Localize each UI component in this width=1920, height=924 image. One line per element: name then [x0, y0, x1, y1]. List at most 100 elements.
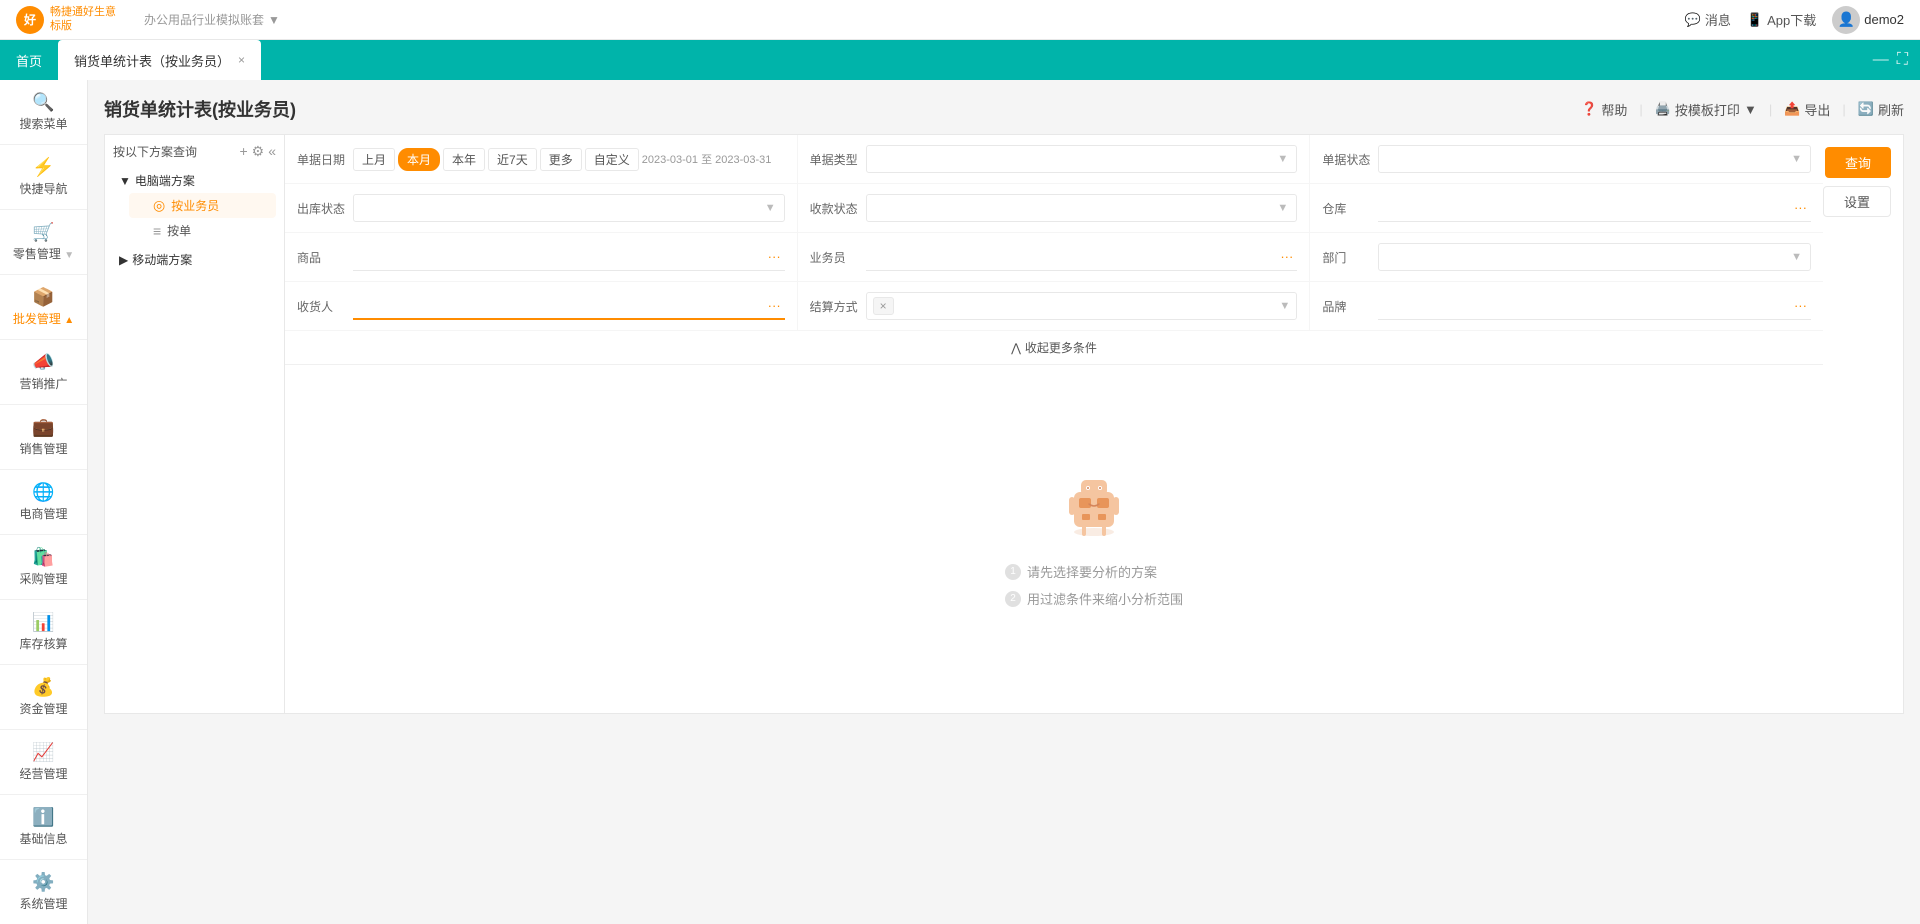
warehouse-dots-icon[interactable]: ··· [1794, 200, 1807, 215]
operation-icon: 📈 [4, 742, 83, 763]
tree-group-mobile-label: 移动端方案 [132, 251, 192, 268]
brand-dots-icon[interactable]: ··· [1794, 298, 1807, 313]
tab-report[interactable]: 销货单统计表（按业务员） × [58, 40, 261, 80]
date-btn-last-month[interactable]: 上月 [353, 148, 395, 171]
tab-minimize-icon[interactable]: — [1873, 51, 1889, 69]
sidebar-item-quick-nav[interactable]: ⚡ 快捷导航 [0, 145, 87, 210]
logo-text: 畅捷通好生意 标版 [50, 6, 116, 32]
settings-button[interactable]: 设置 [1823, 186, 1891, 217]
tag-close-icon[interactable]: × [880, 299, 887, 313]
doc-type-select[interactable]: ▼ [866, 145, 1298, 173]
salesperson-label: 业务员 [810, 249, 860, 266]
sidebar-item-purchase[interactable]: 🛍️ 采购管理 [0, 535, 87, 600]
basic-icon: ℹ️ [4, 807, 83, 828]
user-area[interactable]: 👤 demo2 [1832, 6, 1904, 34]
sidebar-item-operation[interactable]: 📈 经营管理 [0, 730, 87, 795]
sidebar-item-basic[interactable]: ℹ️ 基础信息 [0, 795, 87, 860]
sidebar-label-system: 系统管理 [19, 897, 67, 911]
salesperson-dots-icon[interactable]: ··· [1280, 249, 1293, 264]
tree-group-desktop-label: 电脑端方案 [135, 172, 195, 189]
product-input[interactable]: ··· [353, 243, 785, 271]
left-panel-title: 按以下方案查询 [113, 143, 197, 160]
export-button[interactable]: 📤 导出 [1784, 100, 1830, 119]
refresh-label: 刷新 [1878, 100, 1904, 119]
system-icon: ⚙️ [4, 872, 83, 893]
payment-arrow-icon: ▼ [1277, 202, 1288, 214]
brand-input[interactable]: ··· [1378, 292, 1811, 320]
purchase-icon: 🛍️ [4, 547, 83, 568]
query-button[interactable]: 查询 [1825, 147, 1891, 178]
sidebar-item-sales[interactable]: 💼 销售管理 [0, 405, 87, 470]
left-panel-header: 按以下方案查询 + ⚙ « [113, 143, 276, 160]
sidebar-label-ecommerce: 电商管理 [19, 507, 67, 521]
sidebar-item-inventory[interactable]: 📊 库存核算 [0, 600, 87, 665]
warehouse-input[interactable]: ··· [1378, 194, 1811, 222]
payment-method-input[interactable]: × ▼ [866, 292, 1298, 320]
collapse-button[interactable]: ⋀ 收起更多条件 [1011, 339, 1097, 356]
product-dots-icon[interactable]: ··· [768, 249, 781, 264]
doc-type-arrow-icon: ▼ [1277, 153, 1288, 165]
tree-group-desktop[interactable]: ▼ 电脑端方案 [113, 168, 276, 193]
receiver-label: 收货人 [297, 298, 347, 315]
print-arrow-icon: ▼ [1744, 102, 1757, 117]
scheme-tree: ▼ 电脑端方案 ◎ 按业务员 ≡ 按单 [113, 168, 276, 272]
app-download-button[interactable]: 📱 App下载 [1747, 10, 1816, 29]
sidebar-item-finance[interactable]: 💰 资金管理 [0, 665, 87, 730]
tab-home[interactable]: 首页 [0, 40, 58, 80]
receiver-input[interactable]: ··· [353, 292, 785, 320]
stock-status-label: 出库状态 [297, 200, 347, 217]
sidebar-item-search[interactable]: 🔍 搜索菜单 [0, 80, 87, 145]
date-btn-more[interactable]: 更多 [540, 148, 582, 171]
date-btn-custom[interactable]: 自定义 [585, 148, 639, 171]
help-button[interactable]: ❓ 帮助 [1581, 100, 1627, 119]
tip-num-2: 2 [1005, 591, 1021, 607]
tab-close-icon[interactable]: × [238, 53, 245, 67]
sidebar-label-wholesale: 批发管理 [13, 312, 61, 326]
settings-scheme-icon[interactable]: ⚙ [252, 143, 265, 160]
tab-report-label: 销货单统计表（按业务员） [74, 51, 230, 70]
date-btn-this-month[interactable]: 本月 [398, 148, 440, 171]
collapse-panel-icon[interactable]: « [268, 143, 276, 160]
tree-item-by-salesperson[interactable]: ◎ 按业务员 [129, 193, 276, 218]
company-name: 办公用品行业模拟账套 [144, 11, 264, 28]
content-area: 销货单统计表(按业务员) ❓ 帮助 | 🖨️ 按模板打印 ▼ | 📤 [88, 80, 1920, 924]
left-panel-actions: + ⚙ « [239, 143, 276, 160]
payment-status-select[interactable]: ▼ [866, 194, 1298, 222]
message-button[interactable]: 💬 消息 [1685, 10, 1731, 29]
receiver-dots-icon[interactable]: ··· [768, 298, 781, 313]
sidebar-item-marketing[interactable]: 📣 营销推广 [0, 340, 87, 405]
date-label: 单据日期 [297, 151, 347, 168]
sidebar-label-purchase: 采购管理 [19, 572, 67, 586]
sidebar-item-wholesale[interactable]: 📦 批发管理 ▲ [0, 275, 87, 340]
stock-status-select[interactable]: ▼ [353, 194, 785, 222]
filter-main: 单据日期 上月 本月 本年 近7天 更多 自定义 2023-03-01 至 20… [285, 135, 1823, 365]
divider2: | [1769, 102, 1772, 117]
sidebar-item-retail[interactable]: 🛒 零售管理 ▼ [0, 210, 87, 275]
department-select[interactable]: ▼ [1378, 243, 1811, 271]
company-dropdown[interactable]: 办公用品行业模拟账套 ▼ [144, 11, 280, 28]
filter-row-2: 出库状态 ▼ 收款状态 [285, 184, 1823, 233]
tab-maximize-icon[interactable]: ⛶ [1897, 51, 1908, 69]
tree-item-by-order[interactable]: ≡ 按单 [129, 218, 276, 243]
refresh-icon: 🔄 [1858, 101, 1874, 117]
print-icon: 🖨️ [1655, 101, 1671, 117]
refresh-button[interactable]: 🔄 刷新 [1858, 100, 1904, 119]
quick-nav-icon: ⚡ [4, 157, 83, 178]
print-template-button[interactable]: 🖨️ 按模板打印 ▼ [1655, 100, 1757, 119]
sidebar-item-ecommerce[interactable]: 🌐 电商管理 [0, 470, 87, 535]
divider1: | [1639, 102, 1642, 117]
tree-group-mobile[interactable]: ▶ 移动端方案 [113, 247, 276, 272]
stock-status-cell: 出库状态 ▼ [285, 184, 798, 232]
payment-method-label: 结算方式 [810, 298, 860, 315]
add-scheme-icon[interactable]: + [239, 143, 247, 160]
date-btn-last-7days[interactable]: 近7天 [488, 148, 537, 171]
sidebar-label-operation: 经营管理 [19, 767, 67, 781]
date-btn-this-year[interactable]: 本年 [443, 148, 485, 171]
sidebar-item-system[interactable]: ⚙️ 系统管理 [0, 860, 87, 924]
panel-layout: 按以下方案查询 + ⚙ « ▼ 电脑端方案 [104, 134, 1904, 714]
salesperson-input[interactable]: ··· [866, 243, 1298, 271]
sidebar-label-search: 搜索菜单 [19, 117, 67, 131]
help-label: 帮助 [1601, 100, 1627, 119]
help-icon: ❓ [1581, 101, 1597, 117]
doc-status-select[interactable]: ▼ [1378, 145, 1811, 173]
